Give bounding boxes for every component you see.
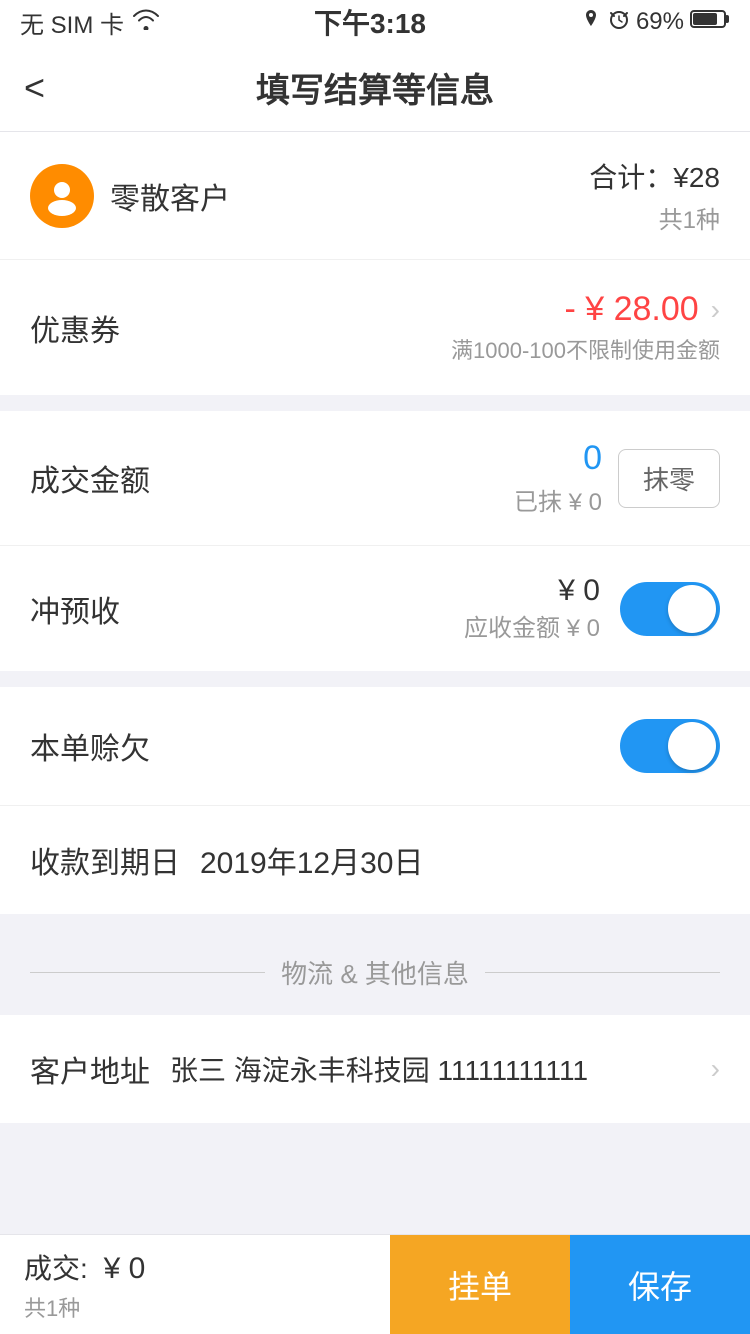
bottom-count: 共1种	[24, 1291, 366, 1323]
bottom-bar: 成交: ¥ 0 共1种 挂单 保存	[0, 1234, 750, 1334]
page-title: 填写结算等信息	[256, 63, 494, 112]
status-time: 下午3:18	[314, 2, 426, 42]
debt-label: 本单赊欠	[30, 724, 150, 768]
carrier-text: 无 SIM 卡	[20, 5, 124, 40]
hang-order-button[interactable]: 挂单	[390, 1235, 570, 1334]
debt-row: 本单赊欠	[0, 687, 750, 806]
address-label: 客户地址	[30, 1047, 150, 1091]
status-bar: 无 SIM 卡 下午3:18 69%	[0, 0, 750, 44]
back-button[interactable]: <	[24, 67, 45, 109]
debt-toggle[interactable]	[620, 719, 720, 773]
save-button[interactable]: 保存	[570, 1235, 750, 1334]
customer-avatar	[30, 164, 94, 228]
deal-amount-section: 成交金额 0 已抹 ¥ 0 抹零 冲预收 ¥ 0 应收金额 ¥ 0	[0, 411, 750, 671]
customer-section: 零散客户 合计：¥28 共1种 优惠券 - ¥ 28.00 › 满1000-10…	[0, 132, 750, 395]
battery-text: 69%	[636, 8, 684, 36]
customer-name: 零散客户	[110, 174, 230, 218]
round-down-button[interactable]: 抹零	[618, 449, 720, 508]
due-date-value: 2019年12月30日	[200, 838, 423, 882]
deal-amount-sub: 已抹 ¥ 0	[514, 482, 602, 517]
prepayment-row: 冲预收 ¥ 0 应收金额 ¥ 0	[0, 546, 750, 671]
debt-section: 本单赊欠 收款到期日 2019年12月30日	[0, 687, 750, 914]
prepayment-toggle[interactable]	[620, 582, 720, 636]
bottom-info: 成交: ¥ 0 共1种	[0, 1235, 390, 1334]
content: 零散客户 合计：¥28 共1种 优惠券 - ¥ 28.00 › 满1000-10…	[0, 132, 750, 1259]
alarm-icon	[608, 8, 630, 37]
coupon-discount: - ¥ 28.00	[564, 290, 698, 329]
bottom-deal-label: 成交:	[24, 1253, 88, 1284]
prepayment-amounts: ¥ 0 应收金额 ¥ 0	[464, 574, 600, 643]
customer-right: 合计：¥28 共1种	[589, 156, 720, 235]
coupon-desc: 满1000-100不限制使用金额	[451, 333, 720, 365]
toggle-knob	[668, 585, 716, 633]
deal-amount-right: 0 已抹 ¥ 0 抹零	[514, 439, 720, 517]
debt-toggle-knob	[668, 722, 716, 770]
customer-left: 零散客户	[30, 164, 230, 228]
deal-amount-value[interactable]: 0	[542, 439, 602, 478]
address-arrow-icon: ›	[711, 1053, 720, 1085]
customer-row: 零散客户 合计：¥28 共1种	[0, 132, 750, 259]
location-icon	[580, 8, 602, 37]
due-date-row: 收款到期日 2019年12月30日	[0, 806, 750, 914]
address-section: 客户地址 张三 海淀永丰科技园 11111111111 ›	[0, 1015, 750, 1123]
deal-amount-stack: 0 已抹 ¥ 0	[514, 439, 602, 517]
due-date-label: 收款到期日	[30, 838, 180, 882]
address-value: 张三 海淀永丰科技园 11111111111	[170, 1049, 703, 1089]
coupon-arrow-icon: ›	[711, 294, 720, 326]
coupon-row[interactable]: 优惠券 - ¥ 28.00 › 满1000-100不限制使用金额	[0, 259, 750, 395]
prepayment-amount: ¥ 0	[558, 574, 600, 608]
coupon-label: 优惠券	[30, 306, 120, 350]
prepayment-receivable: 应收金额 ¥ 0	[464, 608, 600, 643]
status-right: 69%	[580, 8, 730, 37]
logistics-divider: 物流 & 其他信息	[0, 930, 750, 1015]
prepayment-label: 冲预收	[30, 587, 120, 631]
coupon-right-wrap: - ¥ 28.00 › 满1000-100不限制使用金额	[451, 290, 720, 365]
customer-total: 合计：¥28	[589, 156, 720, 196]
logistics-line-right	[485, 972, 720, 973]
wifi-icon	[132, 8, 160, 37]
customer-count: 共1种	[589, 200, 720, 235]
deal-amount-label: 成交金额	[30, 456, 150, 500]
logistics-label: 物流 & 其他信息	[281, 954, 469, 991]
logistics-line-left	[30, 972, 265, 973]
deal-amount-row: 成交金额 0 已抹 ¥ 0 抹零	[0, 411, 750, 546]
battery-icon	[690, 8, 730, 36]
nav-bar: < 填写结算等信息	[0, 44, 750, 132]
status-left: 无 SIM 卡	[20, 5, 160, 40]
bottom-deal-row: 成交: ¥ 0	[24, 1247, 366, 1287]
prepayment-right: ¥ 0 应收金额 ¥ 0	[464, 574, 720, 643]
bottom-deal-amount: ¥ 0	[104, 1252, 146, 1285]
address-row[interactable]: 客户地址 张三 海淀永丰科技园 11111111111 ›	[0, 1015, 750, 1123]
